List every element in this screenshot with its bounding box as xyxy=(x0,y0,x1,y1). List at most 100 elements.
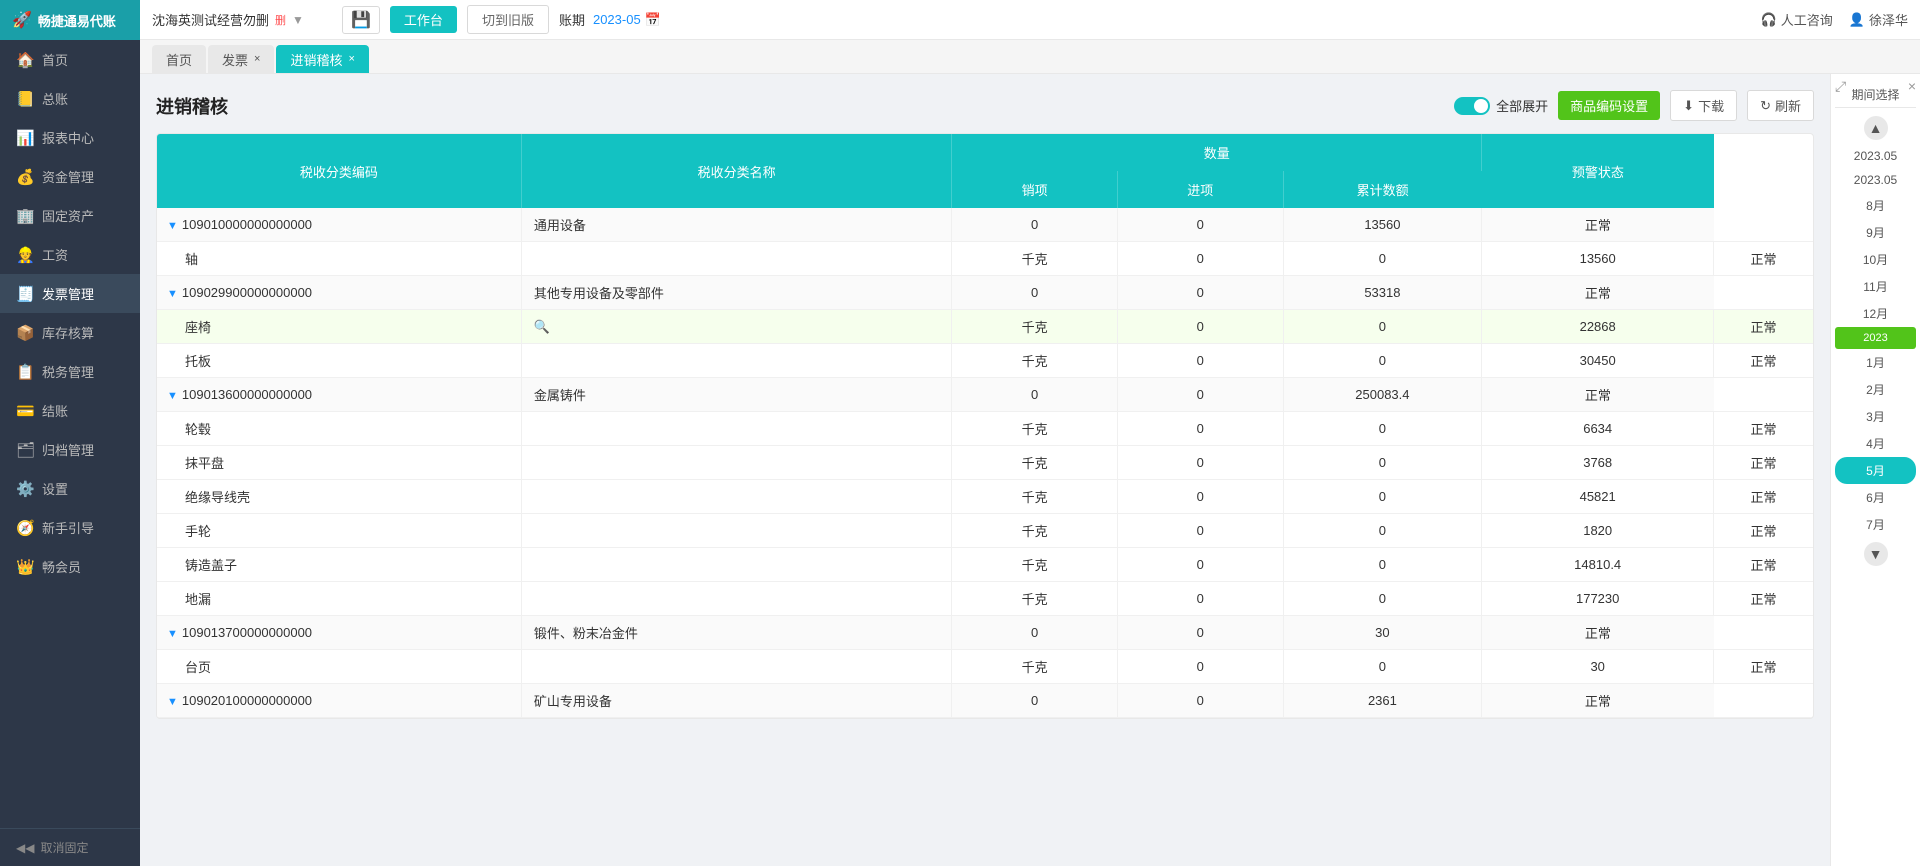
sidebar-item-funds[interactable]: 💰 资金管理 xyxy=(0,157,140,196)
logo-icon: 🚀 xyxy=(12,10,32,30)
unpin-button[interactable]: ◀◀ 取消固定 xyxy=(0,828,140,866)
sidebar-item-ledger[interactable]: 📒 总账 xyxy=(0,79,140,118)
search-icon[interactable]: 🔍 xyxy=(534,319,550,334)
total-left-cell: 0 xyxy=(1283,548,1482,582)
page-title: 进销稽核 xyxy=(156,93,228,119)
company-selector[interactable]: 沈海英测试经营勿删 删 ▼ xyxy=(152,10,332,29)
refresh-icon: ↻ xyxy=(1760,98,1771,114)
expand-icon[interactable]: ▼ xyxy=(167,390,178,402)
panel-down-button[interactable]: ▼ xyxy=(1864,542,1888,566)
total-cell: 30450 xyxy=(1482,344,1714,378)
home-icon: 🏠 xyxy=(16,51,34,69)
sidebar-item-archive-label: 归档管理 xyxy=(42,440,94,459)
total-cell: 1820 xyxy=(1482,514,1714,548)
period-selector[interactable]: 账期 2023-05 📅 xyxy=(559,10,661,29)
purchase-cell: 0 xyxy=(1117,446,1283,480)
company-dropdown-icon[interactable]: ▼ xyxy=(292,13,304,27)
table-row: ▼109010000000000000 通用设备 0 0 13560 正常 xyxy=(157,208,1813,242)
sidebar-item-tax[interactable]: 📋 税务管理 xyxy=(0,352,140,391)
code-cell: ▼109013700000000000 xyxy=(157,616,521,650)
sidebar-item-payroll[interactable]: 👷 工资 xyxy=(0,235,140,274)
period-item[interactable]: 9月 xyxy=(1835,219,1916,246)
name-cell xyxy=(521,514,952,548)
period-item[interactable]: 8月 xyxy=(1835,192,1916,219)
sidebar-item-settings[interactable]: ⚙️ 设置 xyxy=(0,469,140,508)
sales-cell: 千克 xyxy=(952,446,1118,480)
service-label: 人工咨询 xyxy=(1781,10,1833,29)
code-cell: ▼109010000000000000 xyxy=(157,208,521,242)
refresh-button[interactable]: ↻ 刷新 xyxy=(1747,90,1814,121)
sidebar-item-guide[interactable]: 🧭 新手引导 xyxy=(0,508,140,547)
sales-cell: 千克 xyxy=(952,242,1118,276)
expand-icon[interactable]: ▼ xyxy=(167,696,178,708)
name-cell xyxy=(521,344,952,378)
period-item[interactable]: 5月 xyxy=(1835,457,1916,484)
period-item[interactable]: 2023.05 xyxy=(1835,144,1916,168)
table-row[interactable]: 座椅 🔍 千克 0 0 22868 正常 xyxy=(157,310,1813,344)
tab-invoice[interactable]: 发票 × xyxy=(208,45,274,73)
calendar-icon[interactable]: 📅 xyxy=(645,12,661,28)
item-name-cell: 抹平盘 xyxy=(157,446,521,480)
panel-close-button[interactable]: × xyxy=(1908,78,1916,94)
period-item[interactable]: 2023 xyxy=(1835,327,1916,349)
sidebar-item-home[interactable]: 🏠 首页 xyxy=(0,40,140,79)
payroll-icon: 👷 xyxy=(16,246,34,264)
sidebar-item-inventory[interactable]: 📦 库存核算 xyxy=(0,313,140,352)
panel-expand-button[interactable]: ⤢ xyxy=(1835,78,1846,95)
period-item[interactable]: 7月 xyxy=(1835,511,1916,538)
settlement-icon: 💳 xyxy=(16,402,34,420)
period-item[interactable]: 2月 xyxy=(1835,376,1916,403)
save-draft-button[interactable]: 💾 xyxy=(342,6,380,34)
table-row: ▼109020100000000000 矿山专用设备 0 0 2361 正常 xyxy=(157,684,1813,718)
period-item[interactable]: 4月 xyxy=(1835,430,1916,457)
panel-title: 期间选择 xyxy=(1835,82,1916,108)
name-cell xyxy=(521,480,952,514)
th-purchase: 进项 xyxy=(1117,171,1283,208)
download-button[interactable]: ⬇ 下载 xyxy=(1670,90,1737,121)
sidebar-item-fixed-assets[interactable]: 🏢 固定资产 xyxy=(0,196,140,235)
name-cell xyxy=(521,650,952,684)
total-left-cell: 0 xyxy=(1283,310,1482,344)
total-left-cell: 0 xyxy=(1283,514,1482,548)
sidebar-nav: 🏠 首页 📒 总账 📊 报表中心 💰 资金管理 🏢 固定资产 👷 工资 🧾 发票… xyxy=(0,40,140,828)
product-code-button[interactable]: 商品编码设置 xyxy=(1558,91,1660,120)
expand-icon[interactable]: ▼ xyxy=(167,288,178,300)
period-item[interactable]: 12月 xyxy=(1835,300,1916,327)
period-item[interactable]: 2023.05 xyxy=(1835,168,1916,192)
name-cell xyxy=(521,548,952,582)
purchase-cell: 0 xyxy=(1117,242,1283,276)
sidebar-item-settlement[interactable]: 💳 结账 xyxy=(0,391,140,430)
th-quantity: 数量 xyxy=(952,134,1482,171)
tab-home[interactable]: 首页 xyxy=(152,45,206,73)
user-menu[interactable]: 👤 徐泽华 xyxy=(1849,10,1908,29)
period-item[interactable]: 1月 xyxy=(1835,349,1916,376)
total-left-cell: 0 xyxy=(1283,344,1482,378)
period-item[interactable]: 10月 xyxy=(1835,246,1916,273)
sidebar-item-invoice[interactable]: 🧾 发票管理 xyxy=(0,274,140,313)
period-item[interactable]: 6月 xyxy=(1835,484,1916,511)
sidebar-item-archive[interactable]: 🗂 归档管理 xyxy=(0,430,140,469)
expand-label: 全部展开 xyxy=(1496,96,1548,115)
switch-old-button[interactable]: 切到旧版 xyxy=(467,5,549,34)
tab-reconciliation-close[interactable]: × xyxy=(348,53,354,65)
expand-icon[interactable]: ▼ xyxy=(167,628,178,640)
tab-reconciliation[interactable]: 进销稽核 × xyxy=(276,45,368,73)
service-button[interactable]: 🎧 人工咨询 xyxy=(1761,10,1833,29)
table-row: 台页 千克 0 0 30 正常 xyxy=(157,650,1813,684)
unpin-label: 取消固定 xyxy=(40,839,88,856)
sidebar-item-guide-label: 新手引导 xyxy=(42,518,94,537)
workbench-button[interactable]: 工作台 xyxy=(390,6,457,33)
invoice-icon: 🧾 xyxy=(16,285,34,303)
sales-cell: 0 xyxy=(952,276,1118,310)
status-cell: 正常 xyxy=(1714,514,1813,548)
period-item[interactable]: 3月 xyxy=(1835,403,1916,430)
panel-up-button[interactable]: ▲ xyxy=(1864,116,1888,140)
item-name-cell: 绝缘导线壳 xyxy=(157,480,521,514)
sidebar-item-vip[interactable]: 👑 畅会员 xyxy=(0,547,140,586)
expand-icon[interactable]: ▼ xyxy=(167,220,178,232)
expand-toggle[interactable] xyxy=(1454,97,1490,115)
total-cell: 13560 xyxy=(1283,208,1482,242)
period-item[interactable]: 11月 xyxy=(1835,273,1916,300)
sidebar-item-reports[interactable]: 📊 报表中心 xyxy=(0,118,140,157)
tab-invoice-close[interactable]: × xyxy=(254,53,260,65)
